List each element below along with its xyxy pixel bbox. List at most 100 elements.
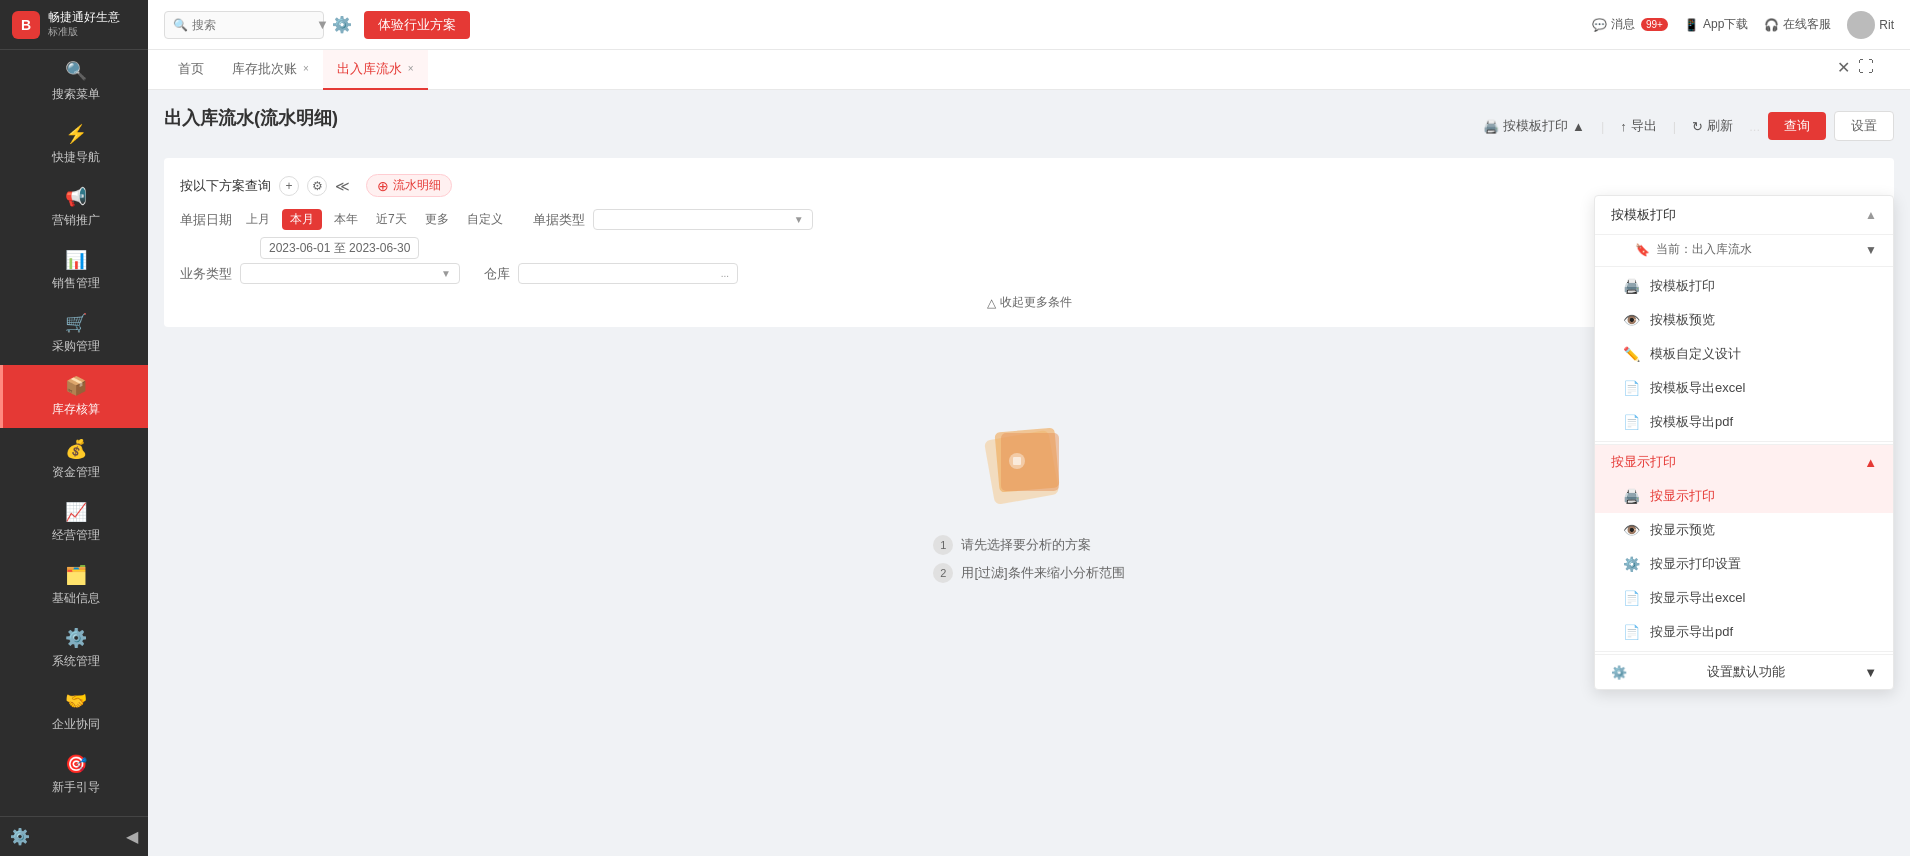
date-opt-this-month[interactable]: 本月 <box>282 209 322 230</box>
default-setting-icon: ⚙️ <box>1611 665 1627 680</box>
date-opt-more[interactable]: 更多 <box>419 209 455 230</box>
tab-flow[interactable]: 出入库流水 × <box>323 50 428 90</box>
current-text: 当前：出入库流水 <box>1656 241 1752 258</box>
empty-step-2-text: 用[过滤]条件来缩小分析范围 <box>961 564 1124 582</box>
app-download-icon: 📱 <box>1684 18 1699 32</box>
operation-icon: 📈 <box>65 501 87 523</box>
display-print-icon: 🖨️ <box>1623 488 1640 504</box>
sidebar-nav: 🔍搜索菜单⚡快捷导航📢营销推广📊销售管理🛒采购管理📦库存核算💰资金管理📈经营管理… <box>0 50 148 816</box>
print-template-btn[interactable]: 🖨️ 按模板打印 ▲ <box>1475 113 1593 139</box>
app-download-item[interactable]: 📱 App下载 <box>1684 16 1748 33</box>
display-pdf-item[interactable]: 📄 按显示导出pdf <box>1595 615 1893 649</box>
divider-2 <box>1595 441 1893 442</box>
filter-warehouse-select[interactable]: ... <box>518 263 738 284</box>
basic-icon: 🗂️ <box>65 564 87 586</box>
current-arrow: ▼ <box>1865 243 1877 257</box>
online-service-label: 在线客服 <box>1783 16 1831 33</box>
quick-nav-icon: ⚡ <box>65 123 87 145</box>
refresh-btn[interactable]: ↻ 刷新 <box>1684 113 1741 139</box>
empty-step-1: 1 请先选择要分析的方案 <box>933 535 1124 555</box>
sidebar-item-basic[interactable]: 🗂️ 基础信息 <box>0 554 148 617</box>
sidebar-item-search[interactable]: 🔍搜索菜单 <box>0 50 148 113</box>
search-box: 🔍 ▼ <box>164 11 324 39</box>
display-print-item[interactable]: 🖨️ 按显示打印 <box>1595 479 1893 513</box>
date-opt-this-year[interactable]: 本年 <box>328 209 364 230</box>
tab-batch[interactable]: 库存批次账 × <box>218 50 323 90</box>
filter-business-item: 业务类型 ▼ <box>180 263 460 284</box>
date-opt-last-month[interactable]: 上月 <box>240 209 276 230</box>
sidebar-item-sales[interactable]: 📊销售管理 <box>0 239 148 302</box>
user-area[interactable]: Rit <box>1847 11 1894 39</box>
template-preview-item[interactable]: 👁️ 按模板预览 <box>1595 303 1893 337</box>
finance-icon: 💰 <box>65 438 87 460</box>
sidebar-item-label: 基础信息 <box>52 590 100 607</box>
divider-1 <box>1595 266 1893 267</box>
sidebar-logo: B 畅捷通好生意 标准版 <box>0 0 148 50</box>
inventory-icon: 📦 <box>65 375 87 397</box>
template-excel-item[interactable]: 📄 按模板导出excel <box>1595 371 1893 405</box>
filter-type-item: 单据类型 ▼ <box>533 209 813 230</box>
search-dropdown-arrow[interactable]: ▼ <box>316 17 329 32</box>
tab-expand-btn[interactable]: ⛶ <box>1858 58 1874 76</box>
step-num-1: 1 <box>933 535 953 555</box>
filter-label: 按以下方案查询 <box>180 177 271 195</box>
sidebar-item-finance[interactable]: 💰资金管理 <box>0 428 148 491</box>
current-icon: 🔖 <box>1635 243 1650 257</box>
tab-flow-close[interactable]: × <box>408 63 414 74</box>
export-btn[interactable]: ↑ 导出 <box>1612 113 1665 139</box>
print-dropdown-close-arrow[interactable]: ▲ <box>1865 208 1877 222</box>
filter-collapse-btn[interactable]: ≪ <box>335 178 350 194</box>
sidebar-item-guide[interactable]: 🎯新手引导 <box>0 743 148 806</box>
settings-icon[interactable]: ⚙️ <box>10 827 30 846</box>
template-pdf-item[interactable]: 📄 按模板导出pdf <box>1595 405 1893 439</box>
tab-batch-close[interactable]: × <box>303 63 309 74</box>
tab-close-all-btn[interactable]: ✕ <box>1837 58 1850 77</box>
filter-gear-btn[interactable]: ⚙ <box>307 176 327 196</box>
sidebar-item-marketing[interactable]: 📢营销推广 <box>0 176 148 239</box>
sidebar-item-system[interactable]: ⚙️系统管理 <box>0 617 148 680</box>
topbar-gear-icon[interactable]: ⚙️ <box>332 15 352 34</box>
trial-button[interactable]: 体验行业方案 <box>364 11 470 39</box>
sidebar-item-label: 采购管理 <box>52 338 100 355</box>
display-pdf-label: 按显示导出pdf <box>1650 623 1733 641</box>
query-btn[interactable]: 查询 <box>1768 112 1826 140</box>
sidebar-item-inventory[interactable]: 📦库存核算 <box>0 365 148 428</box>
message-item[interactable]: 💬 消息 99+ <box>1592 16 1668 33</box>
sidebar-item-purchase[interactable]: 🛒采购管理 <box>0 302 148 365</box>
template-design-item[interactable]: ✏️ 模板自定义设计 <box>1595 337 1893 371</box>
setting-btn[interactable]: 设置 <box>1834 111 1894 141</box>
search-input[interactable] <box>192 18 312 32</box>
display-setting-icon: ⚙️ <box>1623 556 1640 572</box>
online-service-item[interactable]: 🎧 在线客服 <box>1764 16 1831 33</box>
date-opt-7days[interactable]: 近7天 <box>370 209 413 230</box>
guide-icon: 🎯 <box>65 753 87 775</box>
print-dropdown-arrow: ▲ <box>1572 119 1585 134</box>
filter-date-label: 单据日期 <box>180 211 232 229</box>
empty-icon <box>979 415 1079 515</box>
collapse-icon[interactable]: ◀ <box>126 827 138 846</box>
refresh-icon: ↻ <box>1692 119 1703 134</box>
display-preview-item[interactable]: 👁️ 按显示预览 <box>1595 513 1893 547</box>
display-excel-item[interactable]: 📄 按显示导出excel <box>1595 581 1893 615</box>
user-avatar <box>1847 11 1875 39</box>
display-print-arrow: ▲ <box>1864 455 1877 470</box>
filter-type-select[interactable]: ▼ <box>593 209 813 230</box>
sidebar-item-coop[interactable]: 🤝企业协同 <box>0 680 148 743</box>
sidebar-item-quick-nav[interactable]: ⚡快捷导航 <box>0 113 148 176</box>
sidebar-item-operation[interactable]: 📈经营管理 <box>0 491 148 554</box>
display-print-header[interactable]: 按显示打印 ▲ <box>1595 444 1893 479</box>
logo-icon: B <box>12 11 40 39</box>
filter-header: 按以下方案查询 + ⚙ ≪ ⊕ 流水明细 <box>180 174 1878 197</box>
display-setting-item[interactable]: ⚙️ 按显示打印设置 <box>1595 547 1893 581</box>
filter-add-btn[interactable]: + <box>279 176 299 196</box>
date-opt-custom[interactable]: 自定义 <box>461 209 509 230</box>
tab-home[interactable]: 首页 <box>164 50 218 90</box>
filter-warehouse-label: 仓库 <box>484 265 510 283</box>
template-print-item[interactable]: 🖨️ 按模板打印 <box>1595 269 1893 303</box>
logo-text: 畅捷通好生意 <box>48 10 120 26</box>
filter-business-select[interactable]: ▼ <box>240 263 460 284</box>
default-setting-item[interactable]: ⚙️ 设置默认功能 ▼ <box>1595 654 1893 689</box>
sidebar-item-apps[interactable]: 🔲应用中心 <box>0 806 148 816</box>
footer-arrow: ▼ <box>1864 665 1877 680</box>
username-label: Rit <box>1879 18 1894 32</box>
